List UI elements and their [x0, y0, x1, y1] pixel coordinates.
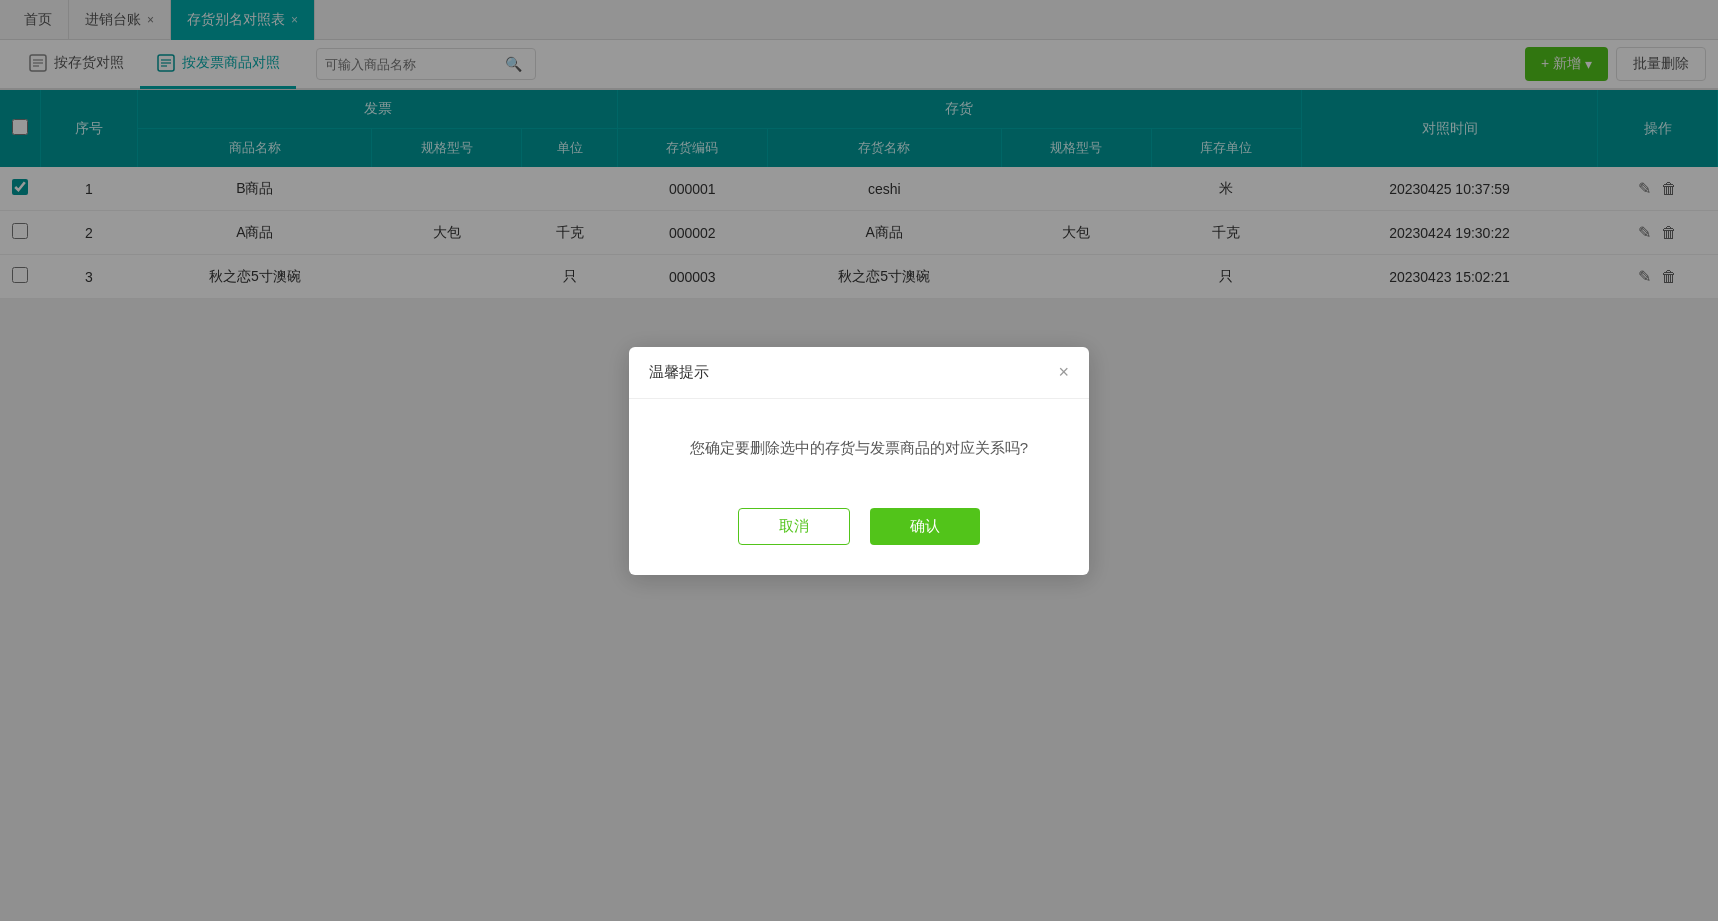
- modal-overlay: 温馨提示 × 您确定要删除选中的存货与发票商品的对应关系吗? 取消 确认: [0, 0, 1718, 299]
